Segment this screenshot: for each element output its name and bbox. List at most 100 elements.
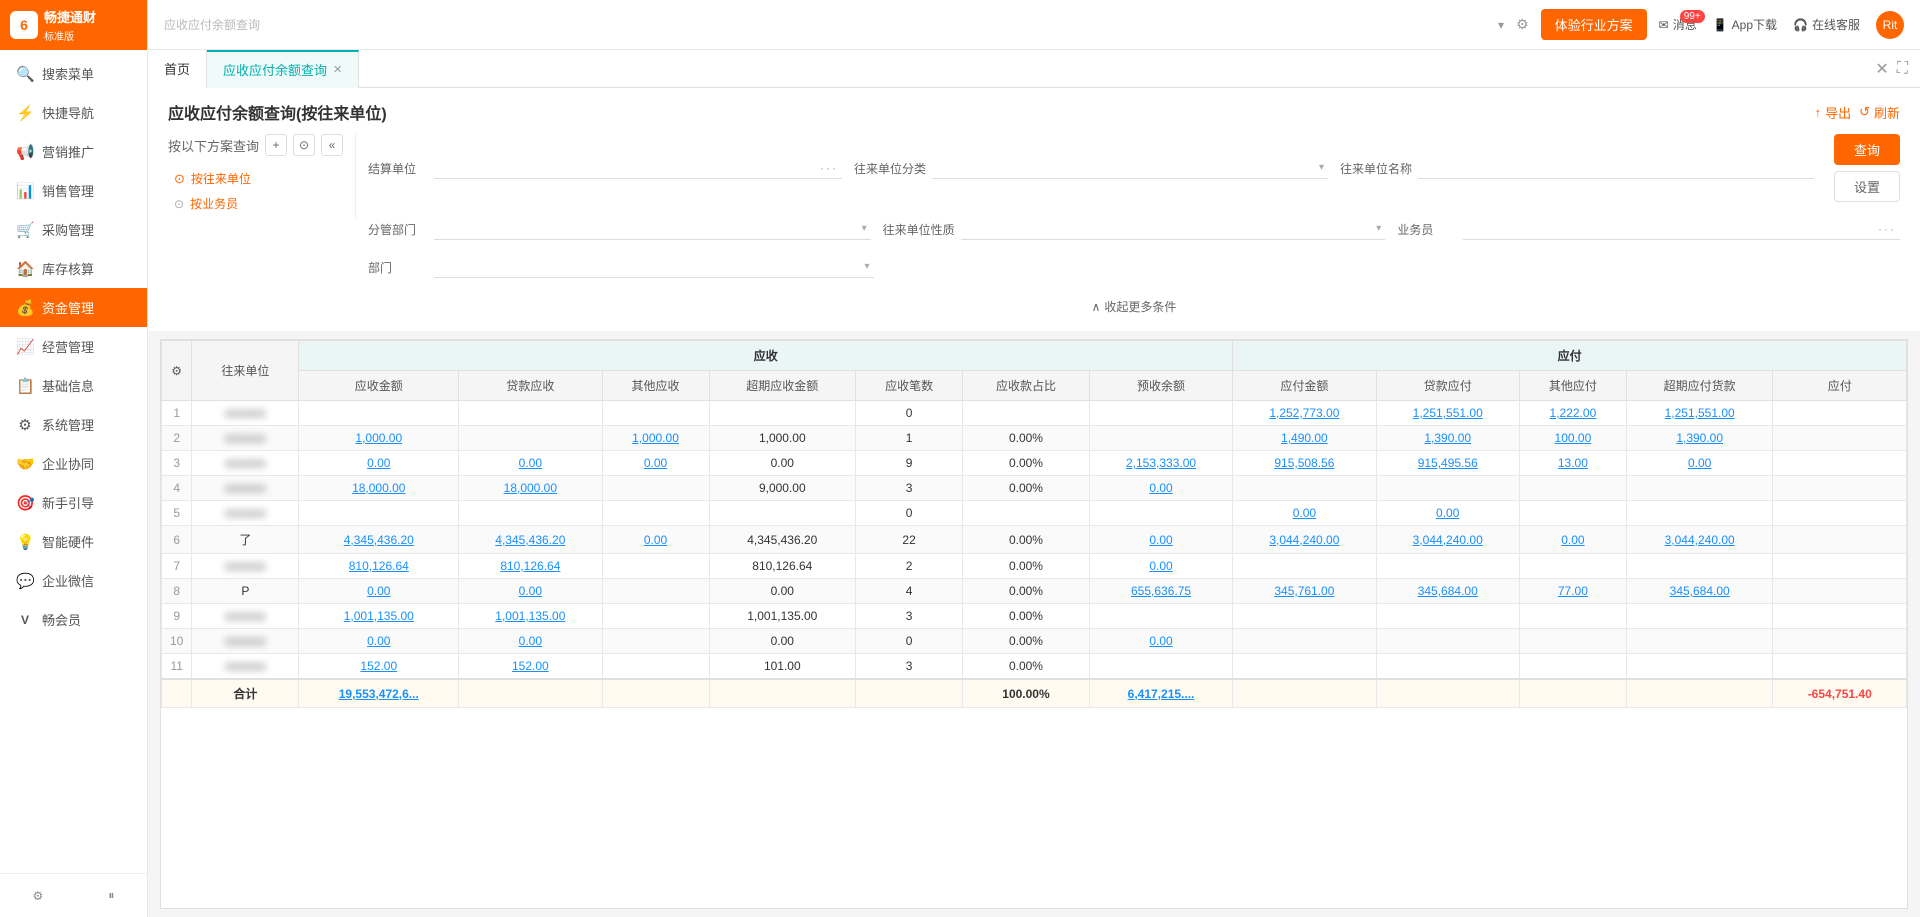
footer-ar-total: 19,553,472,6...: [299, 679, 459, 708]
maximize-icon[interactable]: ⛶: [1897, 60, 1908, 78]
table-row: 6了4,345,436.204,345,436.200.004,345,436.…: [162, 526, 1907, 554]
logo-icon: 6: [10, 11, 38, 39]
sidebar-item-enterprise[interactable]: 🤝 企业协同: [0, 444, 147, 483]
scheme-item-partner[interactable]: ⊙ 按往来单位: [168, 168, 343, 189]
wechat-icon: 💬: [16, 572, 34, 590]
th-partner: 往来单位: [192, 341, 299, 401]
sidebar-item-operations[interactable]: 📈 经营管理: [0, 327, 147, 366]
sidebar-item-search[interactable]: 🔍 搜索菜单: [0, 54, 147, 93]
th-ar-count: 应收笔数: [856, 371, 963, 401]
footer-ar-prepay: 6,417,215....: [1089, 679, 1232, 708]
sidebar-bottom: ⚙ ⏸: [0, 873, 147, 917]
settings-button[interactable]: 设置: [1834, 171, 1900, 202]
basic-info-icon: 📋: [16, 377, 34, 395]
collapse-scheme-button[interactable]: «: [321, 134, 343, 156]
collapse-filter-button[interactable]: ∧ 收起更多条件: [1092, 298, 1177, 315]
sidebar-nav: 🔍 搜索菜单 ⚡ 快捷导航 📢 营销推广 📊 销售管理 🛒 采购管理 🏠: [0, 50, 147, 873]
partner-name: ■■■■■■: [192, 401, 299, 426]
th-ar-prepay: 预收余额: [1089, 371, 1232, 401]
guide-icon: 🎯: [16, 494, 34, 512]
filter-field-partner-name: 往来单位名称: [1340, 157, 1814, 179]
tab-home[interactable]: 首页: [148, 50, 207, 88]
header-gear-icon[interactable]: ⚙: [1516, 16, 1529, 33]
user-avatar[interactable]: Rit: [1876, 11, 1904, 39]
scheme-icon-partner: ⊙: [174, 171, 185, 187]
online-service-button[interactable]: 🎧 在线客服: [1793, 16, 1860, 33]
nav-arrow-icon[interactable]: ▾: [1498, 18, 1504, 32]
sidebar-item-system[interactable]: ⚙ 系统管理: [0, 405, 147, 444]
settlement-unit-input[interactable]: ···: [434, 157, 842, 179]
message-button[interactable]: ✉ 消息 99+: [1659, 16, 1697, 33]
sidebar-item-finance[interactable]: 💰 资金管理: [0, 288, 147, 327]
salesperson-input[interactable]: ···: [1463, 218, 1900, 240]
dept-input[interactable]: ▾: [434, 218, 871, 240]
table-footer-row: 合计 19,553,472,6... 100.00% 6,417,215....: [162, 679, 1907, 708]
sidebar-item-vip[interactable]: V 畅会员: [0, 600, 147, 639]
th-ap-loan: 贷款应付: [1376, 371, 1519, 401]
sidebar-item-quicknav[interactable]: ⚡ 快捷导航: [0, 93, 147, 132]
app-download-icon: 📱: [1713, 18, 1728, 32]
partner-nature-input[interactable]: ▾: [961, 218, 1386, 240]
table-row: 5■■■■■■00.000.00: [162, 501, 1907, 526]
collapse-icon: ∧: [1092, 300, 1101, 314]
th-ar-loan: 贷款应收: [459, 371, 602, 401]
filter-row-3: 部门 ▾: [368, 256, 1900, 278]
table-row: 8P0.000.000.0040.00%655,636.75345,761.00…: [162, 579, 1907, 604]
table-row: 10■■■■■■0.000.000.0000.00%0.00: [162, 629, 1907, 654]
footer-total-label: 合计: [192, 679, 299, 708]
quicknav-icon: ⚡: [16, 104, 34, 122]
purchase-icon: 🛒: [16, 221, 34, 239]
message-icon: ✉: [1659, 18, 1669, 32]
page-header: 应收应付余额查询(按往来单位) ↑ 导出 ↺ 刷新: [148, 88, 1920, 134]
th-ar-ratio: 应收款占比: [963, 371, 1090, 401]
sidebar-item-hardware[interactable]: 💡 智能硬件: [0, 522, 147, 561]
page-title: 应收应付余额查询(按往来单位): [168, 100, 387, 124]
filter-field-department: 部门 ▾: [368, 256, 874, 278]
export-button[interactable]: ↑ 导出: [1815, 103, 1852, 122]
sidebar-item-inventory[interactable]: 🏠 库存核算: [0, 249, 147, 288]
enterprise-icon: 🤝: [16, 455, 34, 473]
refresh-icon: ↺: [1859, 104, 1870, 120]
table-row: 2■■■■■■1,000.001,000.001,000.0010.00%1,4…: [162, 426, 1907, 451]
partner-category-input[interactable]: ▾: [932, 157, 1328, 179]
data-table-container: ⚙ 往来单位 应收 应付 应收金额 贷款应收 其他应收 超期应收金额 应收笔数 …: [160, 339, 1908, 909]
partner-name: ■■■■■■: [192, 451, 299, 476]
filter-toolbar: 按以下方案查询 + ⊙ «: [168, 134, 343, 156]
scheme-item-salesperson[interactable]: ⊙ 按业务员: [168, 193, 343, 214]
th-ap-amount: 应付金额: [1233, 371, 1376, 401]
service-icon: 🎧: [1793, 18, 1808, 32]
settings-bottom-btn[interactable]: ⚙: [23, 883, 54, 909]
sidebar-item-basic-info[interactable]: 📋 基础信息: [0, 366, 147, 405]
partner-name-input[interactable]: [1418, 157, 1814, 179]
app-download-button[interactable]: 📱 App下载: [1713, 16, 1777, 33]
th-ar-overdue: 超期应收金额: [709, 371, 856, 401]
th-group-receivable: 应收: [299, 341, 1233, 371]
partner-name: ■■■■■■: [192, 654, 299, 680]
close-window-icon[interactable]: ✕: [1875, 59, 1888, 79]
th-group-payable: 应付: [1233, 341, 1907, 371]
partner-name: ■■■■■■: [192, 554, 299, 579]
partner-name: P: [192, 579, 299, 604]
collapse-sidebar-btn[interactable]: ⏸: [98, 882, 124, 909]
sidebar-item-marketing[interactable]: 📢 营销推广: [0, 132, 147, 171]
tab-close-icon[interactable]: ✕: [333, 63, 342, 76]
department-input[interactable]: ▾: [434, 256, 874, 278]
filter-field-dept: 分管部门 ▾: [368, 218, 871, 240]
sidebar-item-guide[interactable]: 🎯 新手引导: [0, 483, 147, 522]
solution-button[interactable]: 体验行业方案: [1541, 9, 1647, 40]
partner-name: ■■■■■■: [192, 476, 299, 501]
query-button[interactable]: 查询: [1834, 134, 1900, 165]
table-row: 4■■■■■■18,000.0018,000.009,000.0030.00%0…: [162, 476, 1907, 501]
sidebar-item-purchase[interactable]: 🛒 采购管理: [0, 210, 147, 249]
scheme-icon-salesperson: ⊙: [174, 197, 184, 211]
partner-name: ■■■■■■: [192, 629, 299, 654]
filter-actions: 查询 设置: [1834, 134, 1900, 202]
sidebar-item-sales[interactable]: 📊 销售管理: [0, 171, 147, 210]
filter-row-1: 结算单位 ··· 往来单位分类 ▾: [368, 134, 1900, 202]
sidebar-item-wechat[interactable]: 💬 企业微信: [0, 561, 147, 600]
edit-scheme-button[interactable]: ⊙: [293, 134, 315, 156]
th-settings[interactable]: ⚙: [162, 341, 192, 401]
add-scheme-button[interactable]: +: [265, 134, 287, 156]
refresh-button[interactable]: ↺ 刷新: [1859, 103, 1900, 122]
tab-ar-query[interactable]: 应收应付余额查询 ✕: [207, 50, 359, 88]
